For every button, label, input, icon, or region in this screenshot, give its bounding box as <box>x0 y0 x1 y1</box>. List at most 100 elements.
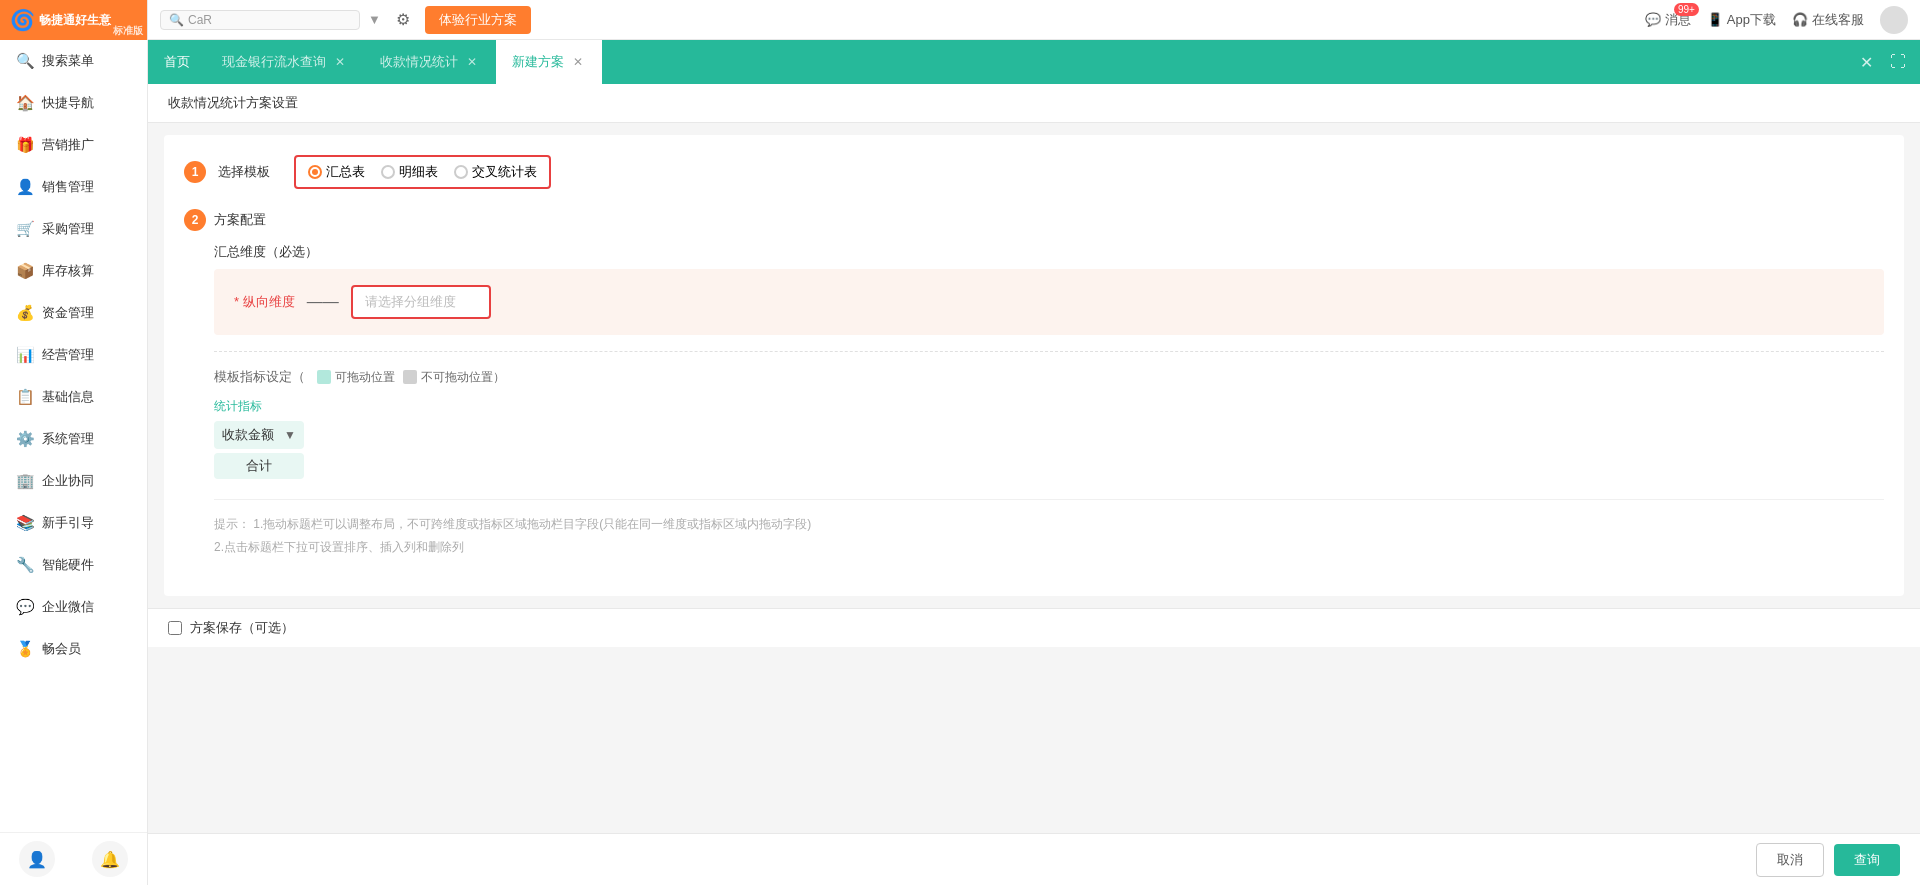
main-area: 🔍 CaR ▼ ⚙ 体验行业方案 💬 消息 99+ 📱 App下载 🎧 在线客服 <box>148 0 1920 885</box>
tab-cash-flow-label: 现金银行流水查询 <box>222 53 326 71</box>
dimension-row: * 纵向维度 —— 请选择分组维度 <box>234 285 1864 319</box>
save-bar: 方案保存（可选） <box>148 608 1920 647</box>
notification-count: 99+ <box>1674 3 1699 16</box>
sidebar-item-finance[interactable]: 💰 资金管理 <box>0 292 147 334</box>
sidebar-item-hardware[interactable]: 🔧 智能硬件 <box>0 544 147 586</box>
sidebar-item-collab[interactable]: 🏢 企业协同 <box>0 460 147 502</box>
sidebar-item-label: 新手引导 <box>42 514 94 532</box>
tab-close-btn[interactable]: ✕ <box>1852 48 1880 76</box>
metrics-header: 模板指标设定（ 可拖动位置 不可拖动位置） <box>214 368 1884 386</box>
sidebar-item-guide[interactable]: 📚 新手引导 <box>0 502 147 544</box>
sidebar-item-label: 销售管理 <box>42 178 94 196</box>
save-checkbox[interactable] <box>168 621 182 635</box>
sidebar-item-inventory[interactable]: 📦 库存核算 <box>0 250 147 292</box>
radio-cross-label: 交叉统计表 <box>472 163 537 181</box>
step2-header: 2 方案配置 <box>184 209 1884 231</box>
headset-icon: 🎧 <box>1792 12 1808 27</box>
sidebar-item-label: 库存核算 <box>42 262 94 280</box>
step2-label: 方案配置 <box>214 211 266 229</box>
stats-subtag-text: 合计 <box>246 457 272 475</box>
service-button[interactable]: 🎧 在线客服 <box>1792 11 1864 29</box>
sidebar-item-label: 营销推广 <box>42 136 94 154</box>
chart-icon: 📊 <box>16 346 34 364</box>
sidebar-item-purchase[interactable]: 🛒 采购管理 <box>0 208 147 250</box>
tip2-text: 2.点击标题栏下拉可设置排序、插入列和删除列 <box>214 539 1884 556</box>
sidebar-item-wechat[interactable]: 💬 企业微信 <box>0 586 147 628</box>
stats-subtag-total[interactable]: 合计 <box>214 453 304 479</box>
sidebar-item-marketing[interactable]: 🎁 营销推广 <box>0 124 147 166</box>
wechat-icon: 💬 <box>16 598 34 616</box>
stats-tag-text: 收款金额 <box>222 426 280 444</box>
sales-icon: 👤 <box>16 178 34 196</box>
tab-cash-flow[interactable]: 现金银行流水查询 ✕ <box>206 40 364 84</box>
sidebar-item-system[interactable]: ⚙️ 系统管理 <box>0 418 147 460</box>
sidebar-bottom-btn1[interactable]: 👤 <box>19 841 55 877</box>
radio-summary[interactable]: 汇总表 <box>308 163 365 181</box>
page-title: 收款情况统计方案设置 <box>168 95 298 110</box>
drag-label: 可拖动位置 <box>335 369 395 386</box>
home-icon: 🏠 <box>16 94 34 112</box>
tab-home[interactable]: 首页 <box>148 40 206 84</box>
query-button[interactable]: 查询 <box>1834 844 1900 876</box>
sidebar-bottom-btn2[interactable]: 🔔 <box>92 841 128 877</box>
chevron-down-icon[interactable]: ▼ <box>368 12 381 27</box>
stats-tag-revenue[interactable]: 收款金额 ▼ <box>214 421 304 449</box>
sidebar-item-label: 企业协同 <box>42 472 94 490</box>
header-search-box[interactable]: 🔍 CaR <box>160 10 360 30</box>
avatar[interactable] <box>1880 6 1908 34</box>
download-button[interactable]: 📱 App下载 <box>1707 11 1776 29</box>
step1-label: 选择模板 <box>218 163 270 181</box>
tab-expand-btn[interactable]: ⛶ <box>1884 48 1912 76</box>
dimension-placeholder: 请选择分组维度 <box>365 294 456 309</box>
non-draggable-legend: 不可拖动位置） <box>403 369 505 386</box>
tab-collection-stats[interactable]: 收款情况统计 ✕ <box>364 40 496 84</box>
tab-new-plan[interactable]: 新建方案 ✕ <box>496 40 602 84</box>
summary-dimension-container: 汇总维度（必选） * 纵向维度 —— 请选择分组维度 <box>184 243 1884 556</box>
sidebar-item-operations[interactable]: 📊 经营管理 <box>0 334 147 376</box>
radio-cross[interactable]: 交叉统计表 <box>454 163 537 181</box>
trial-button[interactable]: 体验行业方案 <box>425 6 531 34</box>
metrics-section: 模板指标设定（ 可拖动位置 不可拖动位置） <box>214 351 1884 479</box>
version-badge: 标准版 <box>113 24 143 38</box>
book-icon: 📚 <box>16 514 34 532</box>
sidebar-item-label: 畅会员 <box>42 640 81 658</box>
sidebar-item-quick-nav[interactable]: 🏠 快捷导航 <box>0 82 147 124</box>
tab-collection-stats-close[interactable]: ✕ <box>464 54 480 70</box>
sidebar-item-search-menu[interactable]: 🔍 搜索菜单 <box>0 40 147 82</box>
dropdown-arrow-icon: ▼ <box>284 428 296 442</box>
tips-label: 提示： 1.拖动标题栏可以调整布局，不可跨维度或指标区域拖动栏目字段(只能在同一… <box>214 516 1884 533</box>
tab-cash-flow-close[interactable]: ✕ <box>332 54 348 70</box>
sidebar-item-label: 企业微信 <box>42 598 94 616</box>
tab-new-plan-close[interactable]: ✕ <box>570 54 586 70</box>
save-label: 方案保存（可选） <box>190 619 294 637</box>
radio-detail-label: 明细表 <box>399 163 438 181</box>
radio-summary-circle <box>308 165 322 179</box>
service-label: 在线客服 <box>1812 11 1864 29</box>
dimension-select[interactable]: 请选择分组维度 <box>351 285 491 319</box>
search-placeholder: CaR <box>188 13 212 27</box>
gear-icon: ⚙️ <box>16 430 34 448</box>
sidebar-item-basic-info[interactable]: 📋 基础信息 <box>0 376 147 418</box>
step2-number: 2 <box>184 209 206 231</box>
footer-bar: 取消 查询 <box>148 833 1920 885</box>
notification-button[interactable]: 💬 消息 99+ <box>1645 11 1691 29</box>
sidebar-item-member[interactable]: 🏅 畅会员 <box>0 628 147 670</box>
gift-icon: 🎁 <box>16 136 34 154</box>
radio-detail[interactable]: 明细表 <box>381 163 438 181</box>
vertical-dimension-label: * 纵向维度 <box>234 293 295 311</box>
sidebar-item-label: 经营管理 <box>42 346 94 364</box>
tab-new-plan-label: 新建方案 <box>512 53 564 71</box>
doc-icon: 📋 <box>16 388 34 406</box>
app-logo: 🌀 畅捷通好生意 标准版 <box>0 0 147 40</box>
tip1-text: 1.拖动标题栏可以调整布局，不可跨维度或指标区域拖动栏目字段(只能在同一维度或指… <box>253 517 811 531</box>
cancel-button[interactable]: 取消 <box>1756 843 1824 877</box>
hardware-icon: 🔧 <box>16 556 34 574</box>
tab-collection-stats-label: 收款情况统计 <box>380 53 458 71</box>
sidebar-item-sales[interactable]: 👤 销售管理 <box>0 166 147 208</box>
tab-home-label: 首页 <box>164 53 190 71</box>
box-icon: 📦 <box>16 262 34 280</box>
settings-button[interactable]: ⚙ <box>389 6 417 34</box>
sidebar-item-label: 智能硬件 <box>42 556 94 574</box>
sidebar-item-label: 搜索菜单 <box>42 52 94 70</box>
sidebar-item-label: 系统管理 <box>42 430 94 448</box>
